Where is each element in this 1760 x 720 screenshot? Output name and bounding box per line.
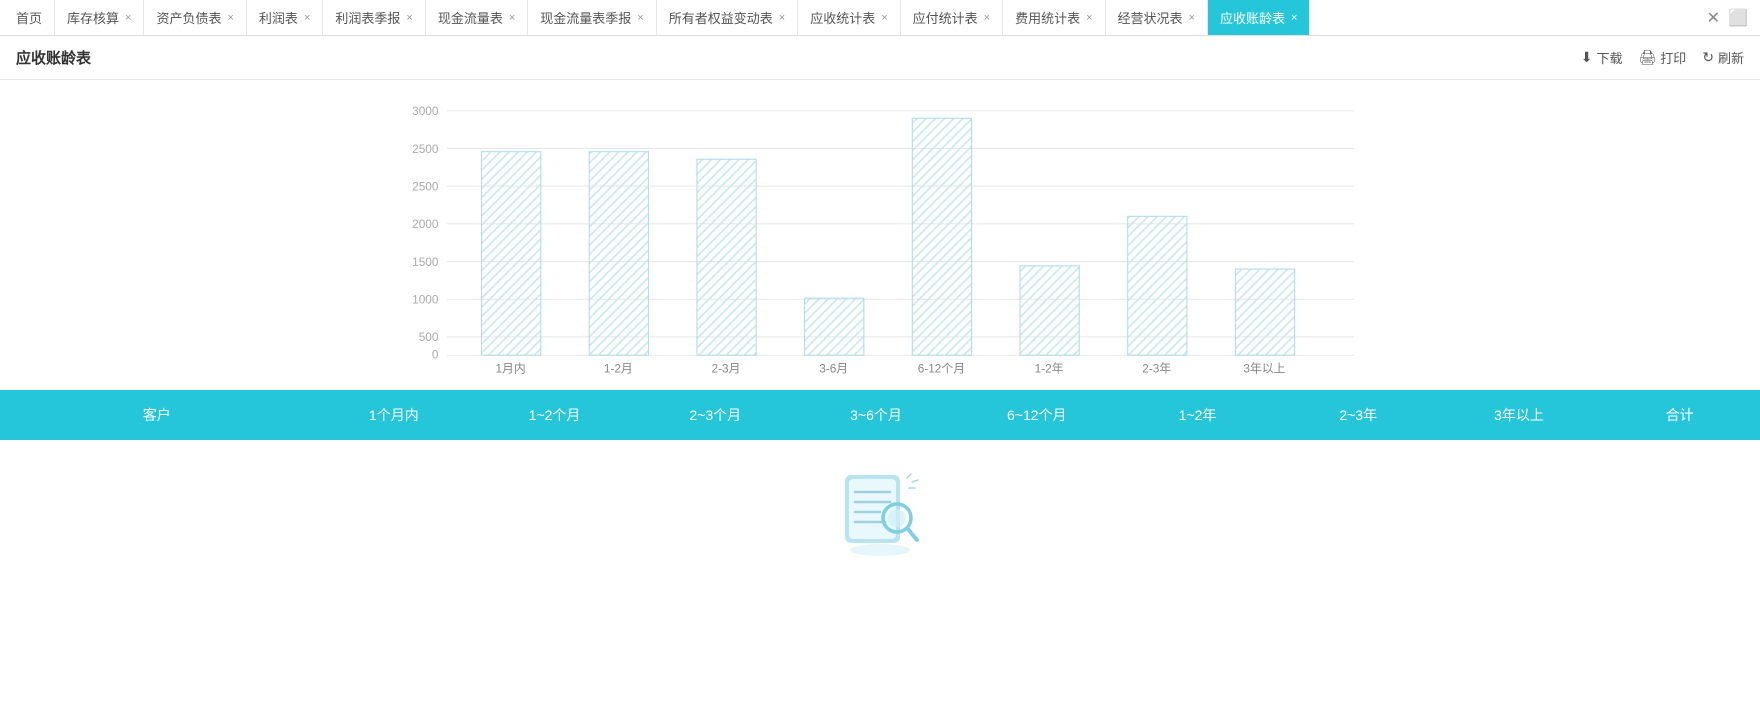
bar-1-2月 xyxy=(589,152,648,356)
empty-state-icon xyxy=(825,460,935,560)
th-3year-plus: 3年以上 xyxy=(1439,405,1600,425)
print-icon: 🖨 xyxy=(1638,49,1656,66)
th-total: 合计 xyxy=(1599,405,1760,425)
tab-profit-quarter[interactable]: 利润表季报 × xyxy=(323,0,425,36)
svg-text:1-2月: 1-2月 xyxy=(604,361,633,375)
tab-aging-close[interactable]: × xyxy=(1291,12,1297,24)
th-2-3month: 2~3个月 xyxy=(635,405,796,425)
tab-cashflow-quarter-close[interactable]: × xyxy=(637,12,643,24)
tab-business-label: 经营状况表 xyxy=(1118,8,1183,27)
tab-expense-stat[interactable]: 费用统计表 × xyxy=(1003,0,1105,36)
th-3-6month: 3~6个月 xyxy=(796,405,957,425)
tab-balance-label: 资产负债表 xyxy=(156,8,221,27)
svg-text:2500: 2500 xyxy=(412,142,439,156)
bar-3年以上 xyxy=(1235,269,1294,355)
svg-text:2-3年: 2-3年 xyxy=(1142,361,1171,375)
tab-balance-close[interactable]: × xyxy=(227,12,233,24)
svg-text:3000: 3000 xyxy=(412,104,439,118)
tab-payable-stat-close[interactable]: × xyxy=(984,12,990,24)
page-header: 应收账龄表 ⬇ 下载 🖨 打印 ↻ 刷新 xyxy=(0,36,1760,80)
tab-cashflow-quarter[interactable]: 现金流量表季报 × xyxy=(528,0,656,36)
window-controls: ✕ ⬜ xyxy=(1707,8,1756,28)
bar-2-3年 xyxy=(1128,216,1187,355)
tab-cashflow-close[interactable]: × xyxy=(509,12,515,24)
table-header: 客户 1个月内 1~2个月 2~3个月 3~6个月 6~12个月 1~2年 2~… xyxy=(0,390,1760,440)
tab-bar: 首页 库存核算 × 资产负债表 × 利润表 × 利润表季报 × 现金流量表 × … xyxy=(0,0,1760,36)
tab-aging-label: 应收账龄表 xyxy=(1220,8,1285,27)
tab-inventory[interactable]: 库存核算 × xyxy=(55,0,144,36)
svg-text:6-12个月: 6-12个月 xyxy=(918,361,965,375)
tab-profit-close[interactable]: × xyxy=(304,12,310,24)
refresh-button[interactable]: ↻ 刷新 xyxy=(1702,48,1744,67)
download-button[interactable]: ⬇ 下载 xyxy=(1581,48,1623,67)
th-6-12month: 6~12个月 xyxy=(956,405,1117,425)
refresh-label: 刷新 xyxy=(1718,48,1744,67)
refresh-icon: ↻ xyxy=(1702,49,1714,66)
bar-6-12月 xyxy=(912,118,971,355)
tab-receivable-stat-label: 应收统计表 xyxy=(810,8,875,27)
tab-business[interactable]: 经营状况表 × xyxy=(1106,0,1208,36)
bar-1-2年 xyxy=(1020,266,1079,355)
tab-balance[interactable]: 资产负债表 × xyxy=(144,0,246,36)
svg-text:2000: 2000 xyxy=(412,217,439,231)
svg-text:3-6月: 3-6月 xyxy=(819,361,848,375)
tab-cashflow[interactable]: 现金流量表 × xyxy=(426,0,528,36)
tab-profit-quarter-close[interactable]: × xyxy=(406,12,412,24)
tab-profit-label: 利润表 xyxy=(259,8,298,27)
svg-text:2-3月: 2-3月 xyxy=(712,361,741,375)
svg-text:3年以上: 3年以上 xyxy=(1243,361,1285,375)
tab-expense-stat-close[interactable]: × xyxy=(1086,12,1092,24)
th-customer: 客户 xyxy=(0,405,313,425)
svg-text:1500: 1500 xyxy=(412,255,439,269)
svg-text:1-2年: 1-2年 xyxy=(1035,361,1064,375)
th-2-3year: 2~3年 xyxy=(1278,405,1439,425)
tab-equity[interactable]: 所有者权益变动表 × xyxy=(657,0,798,36)
bar-3-6月 xyxy=(805,298,864,355)
tab-business-close[interactable]: × xyxy=(1189,12,1195,24)
svg-text:500: 500 xyxy=(419,330,439,344)
th-1month: 1个月内 xyxy=(313,405,474,425)
tab-payable-stat[interactable]: 应付统计表 × xyxy=(901,0,1003,36)
tab-equity-close[interactable]: × xyxy=(779,12,785,24)
bar-chart: 3000 2500 2500 2000 1500 1000 500 0 xyxy=(40,100,1720,380)
svg-text:2500: 2500 xyxy=(412,179,439,193)
bar-2-3月 xyxy=(697,159,756,355)
download-icon: ⬇ xyxy=(1581,49,1593,66)
window-maximize-icon[interactable]: ⬜ xyxy=(1728,8,1748,28)
tab-aging[interactable]: 应收账龄表 × xyxy=(1208,0,1310,36)
bar-1月内 xyxy=(482,152,541,356)
table-body xyxy=(0,440,1760,580)
tab-profit[interactable]: 利润表 × xyxy=(247,0,323,36)
print-label: 打印 xyxy=(1660,48,1686,67)
tab-home-label: 首页 xyxy=(16,8,42,27)
svg-text:1月内: 1月内 xyxy=(495,361,525,375)
svg-text:1000: 1000 xyxy=(412,293,439,307)
tab-home[interactable]: 首页 xyxy=(4,0,55,36)
download-label: 下载 xyxy=(1596,48,1622,67)
tab-payable-stat-label: 应付统计表 xyxy=(913,8,978,27)
page-title: 应收账龄表 xyxy=(16,47,91,68)
header-actions: ⬇ 下载 🖨 打印 ↻ 刷新 xyxy=(1581,48,1744,67)
main-content: 3000 2500 2500 2000 1500 1000 500 0 xyxy=(0,80,1760,720)
svg-text:0: 0 xyxy=(432,347,439,361)
window-close-icon[interactable]: ✕ xyxy=(1707,8,1720,28)
tab-cashflow-quarter-label: 现金流量表季报 xyxy=(540,8,631,27)
tab-equity-label: 所有者权益变动表 xyxy=(669,8,773,27)
print-button[interactable]: 🖨 打印 xyxy=(1638,48,1686,67)
tab-cashflow-label: 现金流量表 xyxy=(438,8,503,27)
tab-expense-stat-label: 费用统计表 xyxy=(1015,8,1080,27)
th-1-2month: 1~2个月 xyxy=(474,405,635,425)
tab-receivable-stat[interactable]: 应收统计表 × xyxy=(798,0,900,36)
tab-profit-quarter-label: 利润表季报 xyxy=(335,8,400,27)
th-1-2year: 1~2年 xyxy=(1117,405,1278,425)
tab-inventory-label: 库存核算 xyxy=(67,8,119,27)
tab-inventory-close[interactable]: × xyxy=(125,12,131,24)
chart-svg: 3000 2500 2500 2000 1500 1000 500 0 xyxy=(40,100,1720,380)
chart-area: 3000 2500 2500 2000 1500 1000 500 0 xyxy=(0,80,1760,390)
tab-receivable-stat-close[interactable]: × xyxy=(881,12,887,24)
